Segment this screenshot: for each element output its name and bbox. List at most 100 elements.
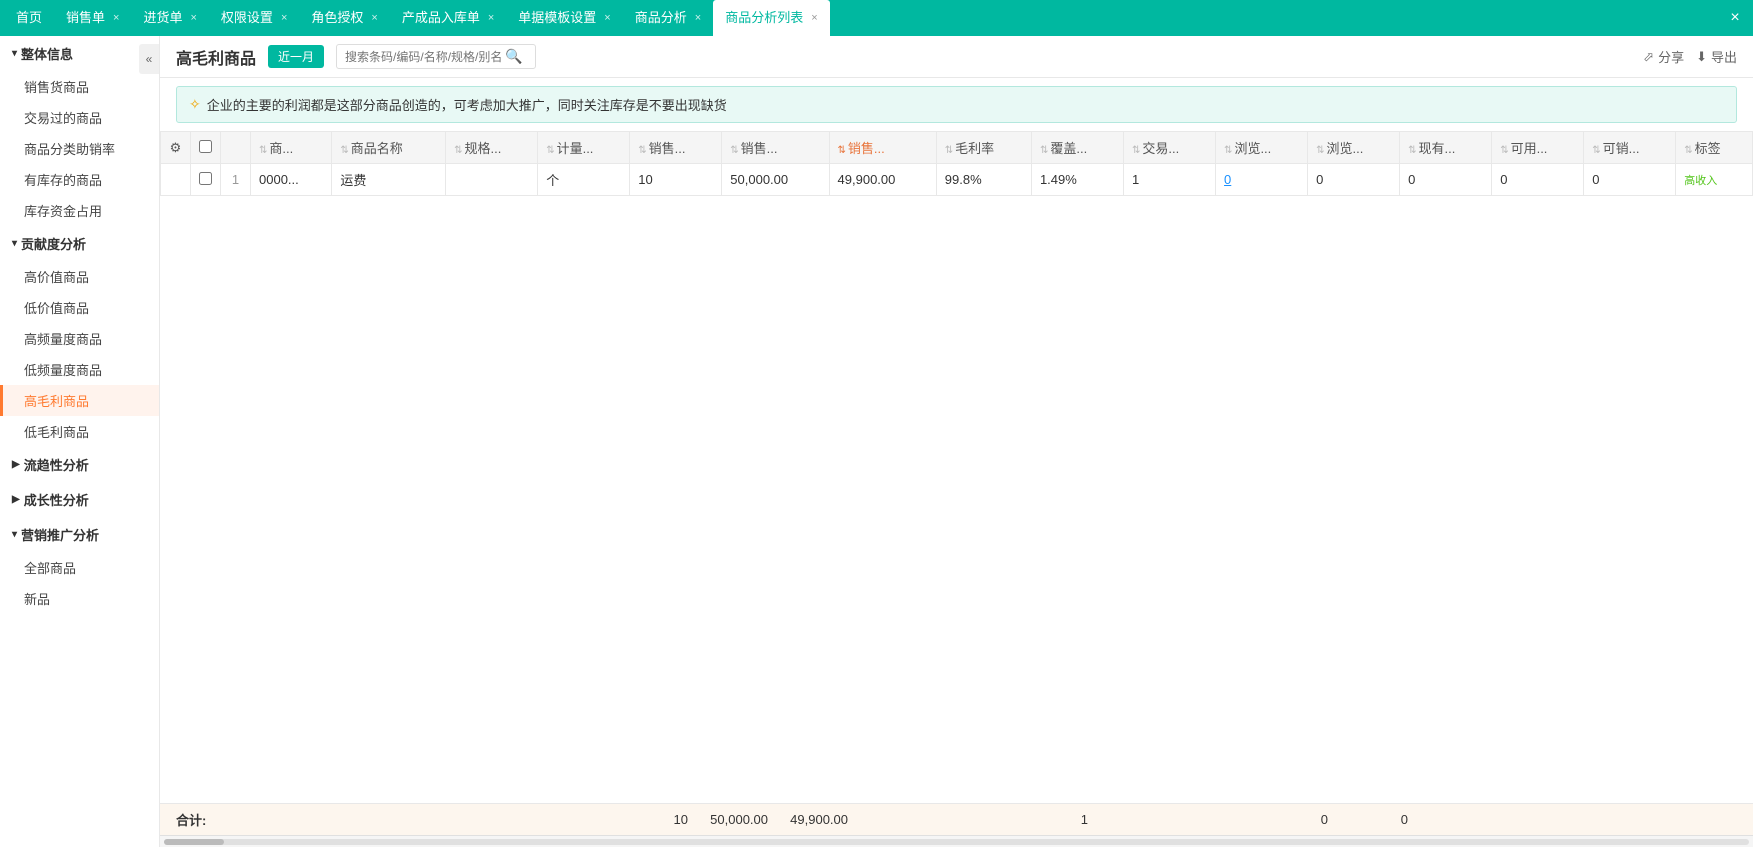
nav-analysis[interactable]: 商品分析 × <box>623 0 713 36</box>
cell-checkbox[interactable] <box>191 164 221 196</box>
col-unit[interactable]: ⇅计量... <box>538 132 630 164</box>
header-actions: ⬀ 分享 ⬇ 导出 <box>1643 47 1737 66</box>
sidebar-item-stocked[interactable]: 有库存的商品 <box>0 164 159 195</box>
nav-product-import[interactable]: 产成品入库单 × <box>390 0 506 36</box>
col-current[interactable]: ⇅现有... <box>1400 132 1492 164</box>
col-margin-rate[interactable]: ⇅毛利率 <box>936 132 1031 164</box>
trend-arrow-icon: ▶ <box>12 459 20 470</box>
col-tag[interactable]: ⇅标签 <box>1676 132 1753 164</box>
export-button[interactable]: ⬇ 导出 <box>1696 47 1737 66</box>
sidebar-item-low-freq[interactable]: 低频量度商品 <box>0 354 159 385</box>
sidebar-item-sales-assist[interactable]: 商品分类助销率 <box>0 133 159 164</box>
overall-arrow-icon: ▾ <box>12 48 17 59</box>
cell-browse2: 0 <box>1308 164 1400 196</box>
nav-roles[interactable]: 角色授权 × <box>299 0 389 36</box>
sidebar-item-all-products[interactable]: 全部商品 <box>0 552 159 583</box>
share-button[interactable]: ⬀ 分享 <box>1643 47 1684 66</box>
info-text: 企业的主要的利润都是这部分商品创造的，可考虑加大推广，同时关注库存是不要出现缺货 <box>207 95 727 114</box>
col-name[interactable]: ⇅商品名称 <box>332 132 446 164</box>
nav-home[interactable]: 首页 <box>4 0 54 36</box>
col-spec[interactable]: ⇅规格... <box>446 132 538 164</box>
col-sales2[interactable]: ⇅销售... <box>722 132 829 164</box>
close-window-button[interactable]: × <box>1721 4 1749 32</box>
table-row: 1 0000... 运费 个 10 50,000.00 49,900.00 99… <box>161 164 1753 196</box>
content-area: 高毛利商品 近一月 🔍 ⬀ 分享 ⬇ 导出 ✧ 企业的主要的利润都是这部分商品创… <box>160 36 1753 847</box>
footer-total: 合计: 10 50,000.00 49,900.00 1 0 0 <box>160 803 1753 835</box>
nav-analysis-list[interactable]: 商品分析列表 × <box>713 0 829 36</box>
col-checkbox <box>191 132 221 164</box>
nav-import[interactable]: 进货单 × <box>131 0 208 36</box>
nav-template[interactable]: 单据模板设置 × <box>506 0 622 36</box>
footer-empty5 <box>856 812 936 827</box>
close-roles-tab[interactable]: × <box>371 0 377 36</box>
cell-trade: 1 <box>1124 164 1216 196</box>
select-all-checkbox[interactable] <box>199 140 212 153</box>
col-available[interactable]: ⇅可用... <box>1492 132 1584 164</box>
cell-browse1[interactable]: 0 <box>1216 164 1308 196</box>
close-analysis-list-tab[interactable]: × <box>811 0 817 36</box>
sidebar-item-traded-products[interactable]: 交易过的商品 <box>0 102 159 133</box>
close-import-tab[interactable]: × <box>190 0 196 36</box>
row-checkbox[interactable] <box>199 172 212 185</box>
footer-empty6 <box>936 812 1016 827</box>
col-sales1[interactable]: ⇅销售... <box>630 132 722 164</box>
footer-empty1 <box>296 812 376 827</box>
close-sales-tab[interactable]: × <box>113 0 119 36</box>
sidebar-group-marketing[interactable]: ▾ 营销推广分析 <box>0 517 159 552</box>
cell-cover: 1.49% <box>1031 164 1123 196</box>
nav-sales[interactable]: 销售单 × <box>54 0 131 36</box>
cell-margin-rate: 99.8% <box>936 164 1031 196</box>
footer-empty4 <box>536 812 616 827</box>
time-filter-button[interactable]: 近一月 <box>268 45 324 68</box>
close-analysis-tab[interactable]: × <box>695 0 701 36</box>
col-browse2[interactable]: ⇅浏览... <box>1308 132 1400 164</box>
cell-unit: 个 <box>538 164 630 196</box>
sidebar-group-financial[interactable]: ▾ 贡献度分析 <box>0 226 159 261</box>
nav-permissions[interactable]: 权限设置 × <box>209 0 299 36</box>
footer-sales3: 49,900.00 <box>776 812 856 827</box>
col-index <box>221 132 251 164</box>
bottom-scrollbar[interactable] <box>160 835 1753 847</box>
sidebar-item-high-freq[interactable]: 高频量度商品 <box>0 323 159 354</box>
col-sales3[interactable]: ⇅销售... <box>829 132 936 164</box>
close-permissions-tab[interactable]: × <box>281 0 287 36</box>
col-trade[interactable]: ⇅交易... <box>1124 132 1216 164</box>
info-icon: ✧ <box>189 96 201 113</box>
sidebar-group-overall[interactable]: ▾ 整体信息 <box>0 36 159 71</box>
sidebar-item-sales-products[interactable]: 销售货商品 <box>0 71 159 102</box>
main-layout: « ▾ 整体信息 销售货商品 交易过的商品 商品分类助销率 有库存的商品 库存资… <box>0 36 1753 847</box>
share-icon: ⬀ <box>1643 49 1654 65</box>
sidebar-group-trend[interactable]: ▶ 流趋性分析 <box>0 447 159 482</box>
sidebar-item-high-value[interactable]: 高价值商品 <box>0 261 159 292</box>
cell-index: 1 <box>221 164 251 196</box>
footer-empty2 <box>376 812 456 827</box>
sidebar-group-growth[interactable]: ▶ 成长性分析 <box>0 482 159 517</box>
cell-sales1: 10 <box>630 164 722 196</box>
col-cover[interactable]: ⇅覆盖... <box>1031 132 1123 164</box>
sidebar-item-low-margin[interactable]: 低毛利商品 <box>0 416 159 447</box>
col-code[interactable]: ⇅商... <box>251 132 332 164</box>
sidebar-collapse-button[interactable]: « <box>139 44 159 74</box>
search-input[interactable] <box>345 50 505 64</box>
sidebar-item-stock-capital[interactable]: 库存资金占用 <box>0 195 159 226</box>
footer-empty7 <box>1096 812 1176 827</box>
sidebar: « ▾ 整体信息 销售货商品 交易过的商品 商品分类助销率 有库存的商品 库存资… <box>0 36 160 847</box>
footer-values: 10 50,000.00 49,900.00 1 0 0 <box>296 812 1416 827</box>
footer-sales2: 50,000.00 <box>696 812 776 827</box>
col-sellable[interactable]: ⇅可销... <box>1584 132 1676 164</box>
cell-sales2: 50,000.00 <box>722 164 829 196</box>
close-product-import-tab[interactable]: × <box>488 0 494 36</box>
sidebar-item-high-margin[interactable]: 高毛利商品 <box>0 385 159 416</box>
cell-current: 0 <box>1400 164 1492 196</box>
search-icon[interactable]: 🔍 <box>505 48 522 65</box>
close-template-tab[interactable]: × <box>604 0 610 36</box>
col-browse1[interactable]: ⇅浏览... <box>1216 132 1308 164</box>
footer-empty3 <box>456 812 536 827</box>
col-settings[interactable]: ⚙ <box>161 132 191 164</box>
sidebar-item-low-value[interactable]: 低价值商品 <box>0 292 159 323</box>
table-container: ⚙ ⇅商... ⇅商品名称 ⇅规格... ⇅计量... ⇅销售... ⇅销售..… <box>160 131 1753 803</box>
sidebar-item-new-products[interactable]: 新品 <box>0 583 159 614</box>
tag-high-income: 高收入 <box>1684 175 1717 187</box>
scroll-thumb[interactable] <box>164 839 224 845</box>
cell-sales3: 49,900.00 <box>829 164 936 196</box>
